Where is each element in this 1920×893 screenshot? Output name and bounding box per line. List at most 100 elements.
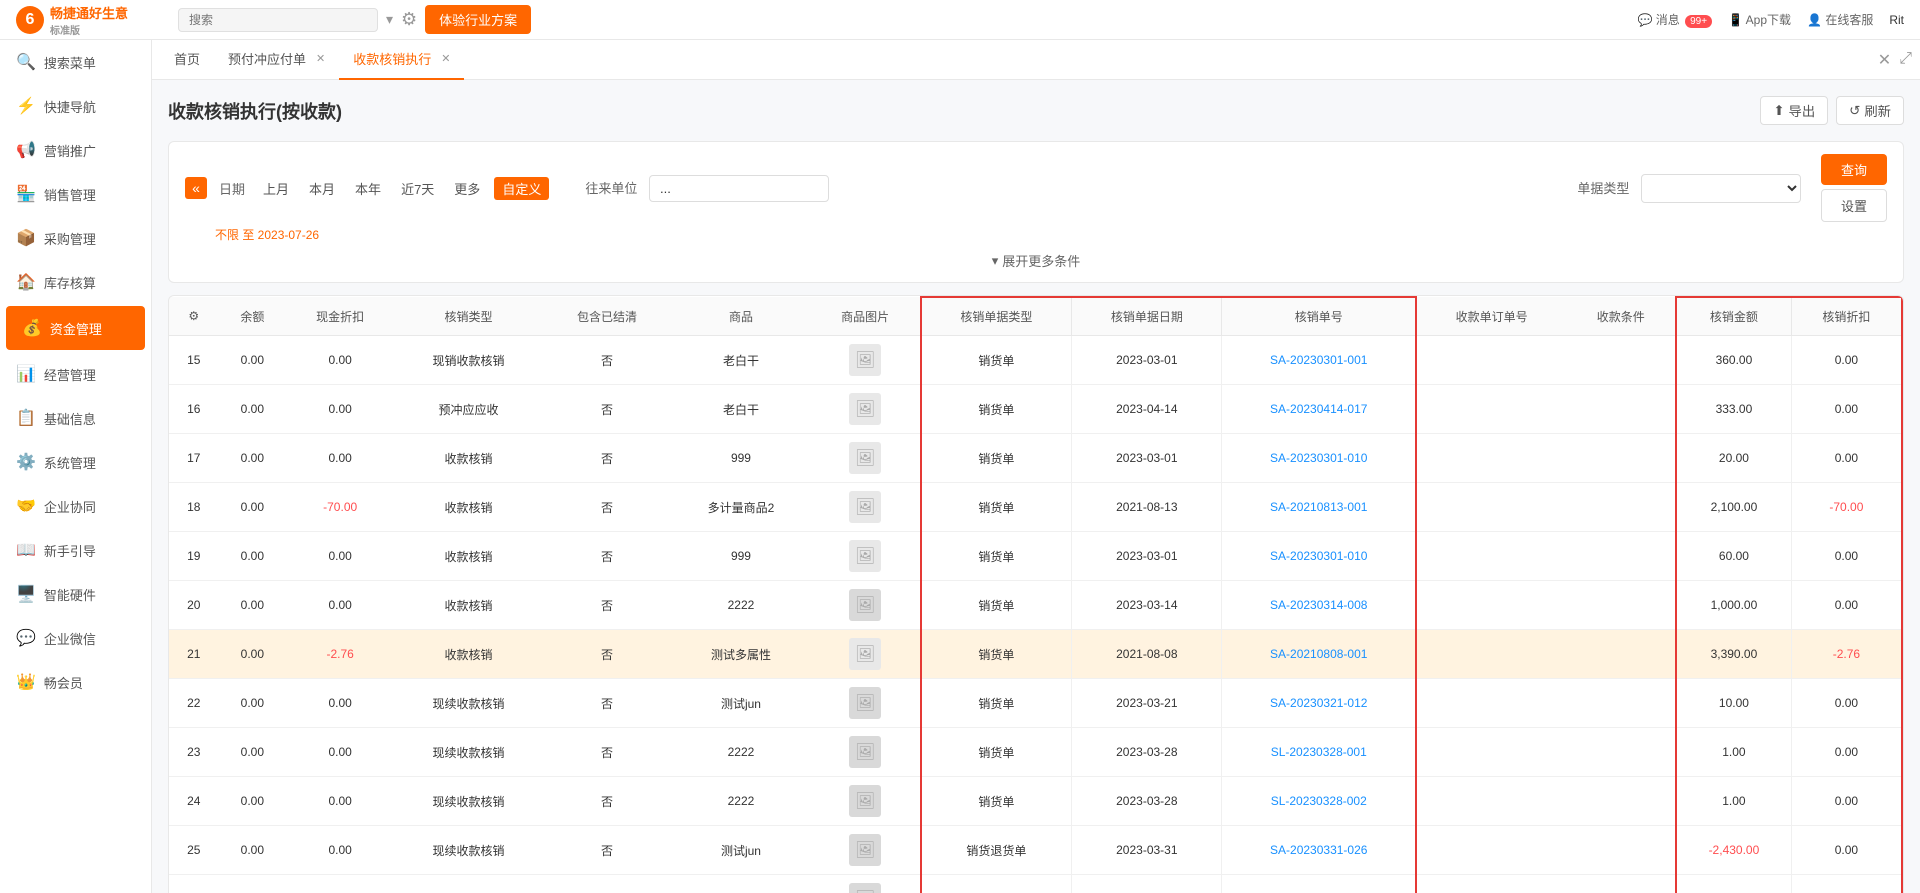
- refresh-btn[interactable]: ↺ 刷新: [1836, 96, 1904, 125]
- tab-writeoff-close[interactable]: ✕: [441, 52, 450, 65]
- sidebar-item-wechat[interactable]: 💬 企业微信: [0, 616, 151, 660]
- cell-seq: 25: [169, 826, 219, 875]
- refresh-label: 刷新: [1864, 101, 1891, 120]
- doctype-select[interactable]: [1641, 174, 1801, 203]
- cell-goods-img: 🖼: [811, 483, 921, 532]
- cell-doc-no: SA-20230301-010: [1222, 434, 1416, 483]
- doc-no-link[interactable]: SA-20210813-001: [1270, 500, 1367, 514]
- cell-balance: 0.00: [219, 532, 287, 581]
- cell-receipt-order: [1416, 630, 1566, 679]
- app-download-btn[interactable]: 📱 App下载: [1728, 11, 1791, 28]
- doc-no-link[interactable]: SA-20230301-010: [1270, 451, 1367, 465]
- expand-conditions-btn[interactable]: ▾ 展开更多条件: [992, 251, 1081, 270]
- date-last-month[interactable]: 上月: [257, 177, 295, 200]
- export-btn[interactable]: ⬆ 导出: [1760, 96, 1828, 125]
- sales-icon: 🏪: [16, 184, 36, 204]
- cell-writeoff-type: 现续收款核销: [394, 679, 543, 728]
- cell-include-settled: 否: [543, 826, 671, 875]
- dropdown-arrow-icon[interactable]: ▾: [386, 11, 393, 28]
- cell-writeoff-discount: 0.00: [1791, 777, 1902, 826]
- industry-btn[interactable]: 体验行业方案: [425, 5, 531, 34]
- doc-no-link[interactable]: SA-20230301-010: [1270, 549, 1367, 563]
- sidebar-item-sales[interactable]: 🏪 销售管理: [0, 172, 151, 216]
- sidebar-item-member[interactable]: 👑 畅会员: [0, 660, 151, 704]
- sidebar-item-finance[interactable]: 💰 资金管理: [6, 306, 145, 350]
- cell-writeoff-amount: 20.00: [1676, 875, 1791, 893]
- cell-writeoff-amount: 1,000.00: [1676, 581, 1791, 630]
- query-btn[interactable]: 查询: [1821, 154, 1887, 185]
- cell-include-settled: 否: [543, 679, 671, 728]
- top-bar-center: ▾ ⚙ 体验行业方案: [178, 5, 1625, 34]
- cell-balance: 0.00: [219, 385, 287, 434]
- date-7days[interactable]: 近7天: [395, 177, 440, 200]
- cell-doc-date: 2023-03-31: [1072, 826, 1222, 875]
- sidebar-item-enterprise[interactable]: 🤝 企业协同: [0, 484, 151, 528]
- gear-icon[interactable]: ⚙: [401, 9, 417, 30]
- cell-writeoff-type: 现续收款核销: [394, 777, 543, 826]
- sidebar-item-search[interactable]: 🔍 搜索菜单: [0, 40, 151, 84]
- cell-seq: 21: [169, 630, 219, 679]
- doc-no-link[interactable]: SL-20230328-002: [1271, 794, 1367, 808]
- sidebar-item-purchase[interactable]: 📦 采购管理: [0, 216, 151, 260]
- tab-home[interactable]: 首页: [160, 40, 214, 80]
- tab-prepay-close[interactable]: ✕: [316, 52, 325, 65]
- cell-receipt-condition: [1566, 336, 1676, 385]
- goods-img-placeholder: 🖼: [849, 540, 881, 572]
- cell-receipt-condition: [1566, 777, 1676, 826]
- online-service-btn[interactable]: 👤 在线客服: [1807, 11, 1873, 28]
- filter-collapse-btn[interactable]: «: [185, 177, 207, 199]
- date-more[interactable]: 更多: [448, 177, 486, 200]
- col-header-include-settled: 包含已结清: [543, 297, 671, 336]
- cell-receipt-order: [1416, 336, 1566, 385]
- cell-writeoff-type: 预冲应应收: [394, 385, 543, 434]
- logo-icon: 6: [16, 6, 44, 34]
- date-this-month[interactable]: 本月: [303, 177, 341, 200]
- user-name[interactable]: Rit: [1889, 13, 1904, 27]
- doc-no-link[interactable]: SA-20230301-001: [1270, 353, 1367, 367]
- tab-expand-icon[interactable]: ⤢: [1899, 50, 1912, 70]
- tab-close-all-icon[interactable]: ✕: [1878, 50, 1891, 70]
- sidebar-item-hardware[interactable]: 🖥️ 智能硬件: [0, 572, 151, 616]
- top-bar: 6 畅捷通好生意 标准版 ▾ ⚙ 体验行业方案 💬 消息 99+ 📱 App下载…: [0, 0, 1920, 40]
- cell-goods: 多计量商品2: [671, 483, 811, 532]
- sidebar-item-inventory[interactable]: 🏠 库存核算: [0, 260, 151, 304]
- sidebar-item-business[interactable]: 📊 经营管理: [0, 352, 151, 396]
- date-custom[interactable]: 自定义: [494, 177, 549, 200]
- sidebar-item-shortcuts[interactable]: ⚡ 快捷导航: [0, 84, 151, 128]
- date-this-year[interactable]: 本年: [349, 177, 387, 200]
- messages-btn[interactable]: 💬 消息 99+: [1637, 11, 1712, 28]
- goods-img-thumb: 🖼: [849, 589, 881, 621]
- doc-no-link[interactable]: SA-20230331-026: [1270, 843, 1367, 857]
- tab-prepay[interactable]: 预付冲应付单 ✕: [214, 40, 339, 80]
- cell-include-settled: 否: [543, 483, 671, 532]
- doc-no-link[interactable]: SA-20230414-017: [1270, 402, 1367, 416]
- cell-receipt-order: [1416, 728, 1566, 777]
- top-search-input[interactable]: [178, 8, 378, 32]
- setting-btn[interactable]: 设置: [1821, 189, 1887, 222]
- table-row: 210.00-2.76收款核销否测试多属性🖼销货单2021-08-08SA-20…: [169, 630, 1902, 679]
- doc-no-link[interactable]: SA-20210808-001: [1270, 647, 1367, 661]
- cell-writeoff-discount: 0.00: [1791, 679, 1902, 728]
- sidebar-item-guide[interactable]: 📖 新手引导: [0, 528, 151, 572]
- doc-no-link[interactable]: SA-20230321-012: [1270, 696, 1367, 710]
- cell-doc-no: SL-20230328-002: [1222, 777, 1416, 826]
- doc-no-link[interactable]: SL-20230328-001: [1271, 745, 1367, 759]
- cell-writeoff-amount: 1.00: [1676, 728, 1791, 777]
- counterpart-input[interactable]: [649, 175, 829, 202]
- sidebar-label-inventory: 库存核算: [44, 273, 96, 292]
- sidebar-item-marketing[interactable]: 📢 营销推广: [0, 128, 151, 172]
- cell-receipt-condition: [1566, 728, 1676, 777]
- messages-label: 消息: [1656, 13, 1680, 27]
- doc-no-link[interactable]: SA-20230314-008: [1270, 598, 1367, 612]
- cell-doc-no: SA-20230414-017: [1222, 385, 1416, 434]
- col-header-cash-discount: 现金折扣: [286, 297, 394, 336]
- cell-doc-no: SL-20230328-001: [1222, 728, 1416, 777]
- cell-include-settled: 否: [543, 532, 671, 581]
- goods-img-placeholder: 🖼: [849, 638, 881, 670]
- sidebar-item-system[interactable]: ⚙️ 系统管理: [0, 440, 151, 484]
- tab-writeoff[interactable]: 收款核销执行 ✕: [339, 40, 464, 80]
- sidebar-item-base[interactable]: 📋 基础信息: [0, 396, 151, 440]
- table-row: 190.000.00收款核销否999🖼销货单2023-03-01SA-20230…: [169, 532, 1902, 581]
- table-row: 160.000.00预冲应应收否老白干🖼销货单2023-04-14SA-2023…: [169, 385, 1902, 434]
- table-body: 150.000.00现销收款核销否老白干🖼销货单2023-03-01SA-202…: [169, 336, 1902, 893]
